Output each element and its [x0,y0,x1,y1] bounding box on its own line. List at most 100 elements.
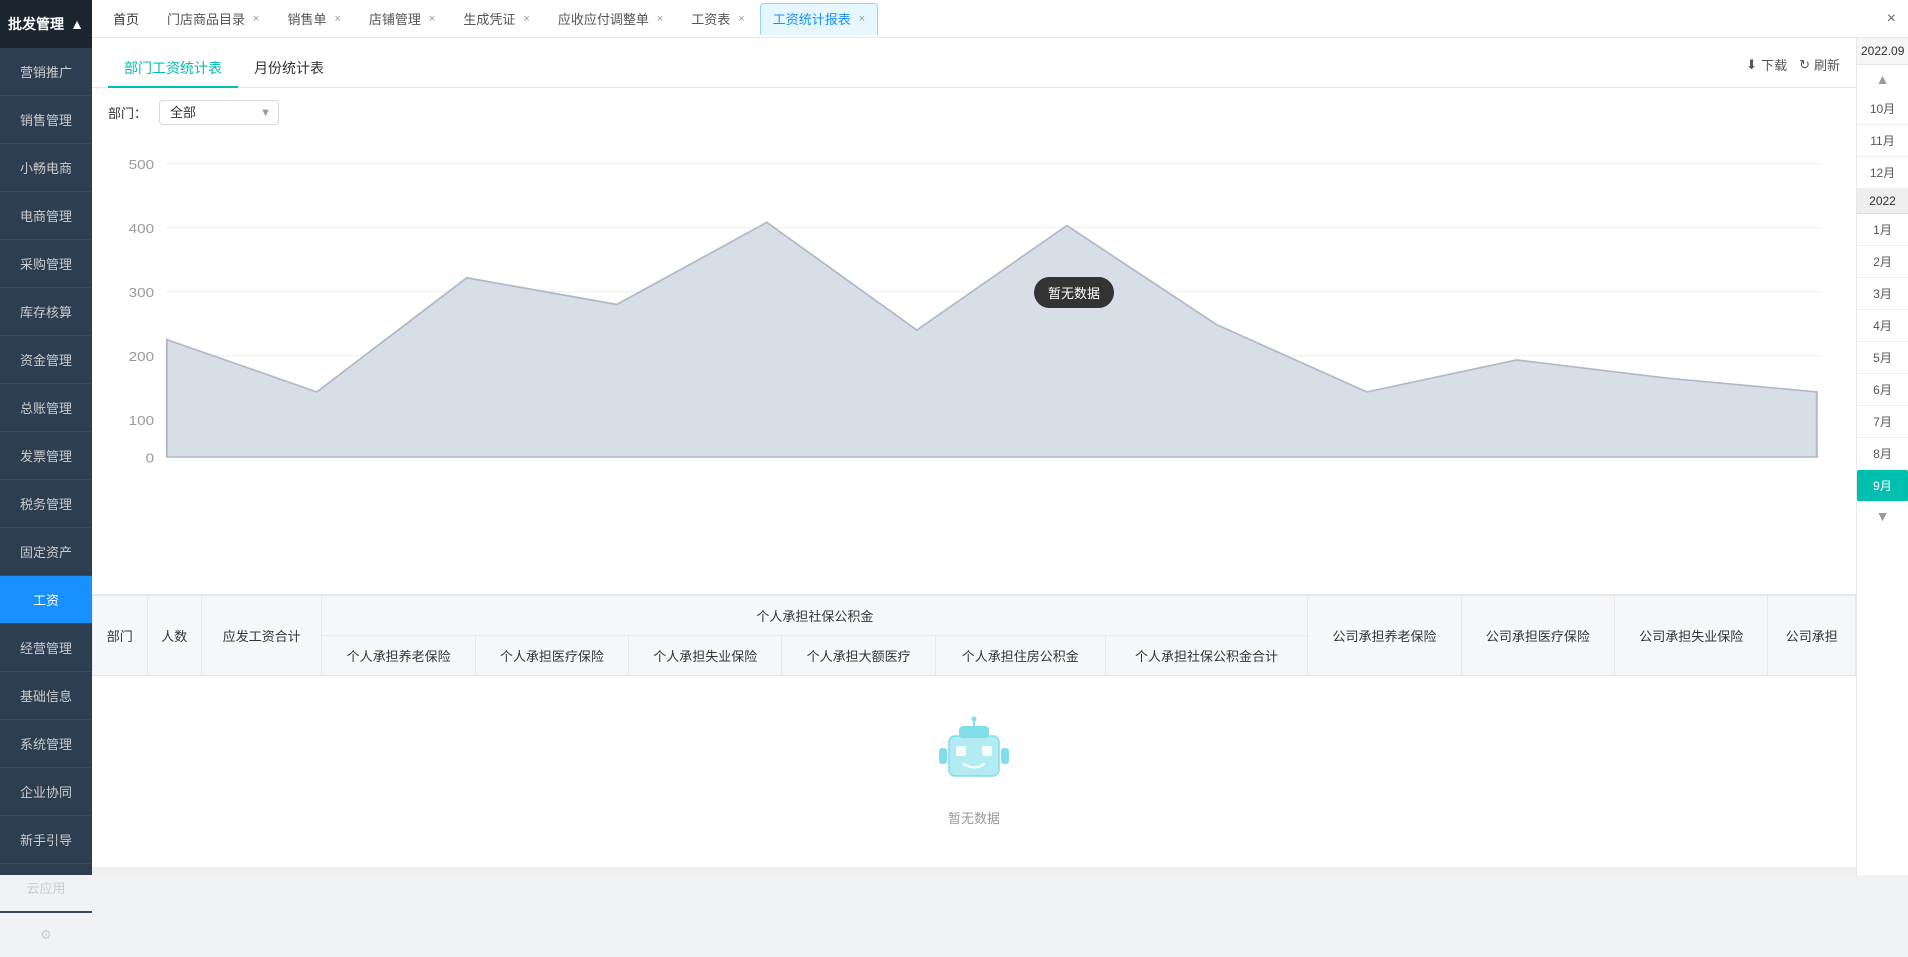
dept-filter-label: 部门： [108,103,147,122]
tab-home[interactable]: 首页 [100,3,152,35]
tab-close-icon[interactable]: × [334,13,340,25]
sidebar-item-system[interactable]: 系统管理 [0,720,92,768]
table-area: 部门 人数 应发工资合计 个人承担社保公积金 [92,594,1856,875]
picker-down-nav[interactable]: ▼ [1857,502,1908,530]
sidebar-item-sales[interactable]: 销售管理 [0,96,92,144]
tab-close-icon[interactable]: × [738,13,744,25]
tab-sales-order[interactable]: 销售单 × [274,3,353,35]
tab-bar-end: × [1887,10,1900,28]
month-may[interactable]: 5月 [1857,342,1908,374]
sidebar-item-purchase[interactable]: 采购管理 [0,240,92,288]
sidebar-item-ledger[interactable]: 总账管理 [0,384,92,432]
tab-close-icon[interactable]: × [429,13,435,25]
tab-generate-voucher[interactable]: 生成凭证 × [450,3,542,35]
table-scrollbar[interactable] [92,867,1856,875]
col-header-personal-pension: 个人承担养老保险 [322,636,475,676]
tab-label: 应收应付调整单 [558,9,649,28]
month-feb[interactable]: 2月 [1857,246,1908,278]
refresh-button[interactable]: ↻ 刷新 [1799,55,1840,74]
col-header-total-salary: 应发工资合计 [202,596,322,676]
tab-store-mgmt[interactable]: 店铺管理 × [356,3,448,35]
sidebar-item-finance[interactable]: 资金管理 [0,336,92,384]
tab-close-icon[interactable]: × [657,13,663,25]
sidebar-item-payroll[interactable]: 工资 [0,576,92,624]
col-group-personal-social: 个人承担社保公积金 [322,596,1308,636]
month-apr[interactable]: 4月 [1857,310,1908,342]
sidebar: 批发管理 ▲ 营销推广 销售管理 小畅电商 电商管理 采购管理 库存核算 资金管… [0,0,92,875]
sidebar-item-label: 基础信息 [20,689,72,704]
sidebar-item-marketing[interactable]: 营销推广 [0,48,92,96]
sidebar-item-guide[interactable]: 新手引导 [0,816,92,864]
dept-filter-select[interactable]: 全部 [159,100,279,125]
tab-dept-payroll-stats[interactable]: 部门工资统计表 [108,50,238,88]
month-jun[interactable]: 6月 [1857,374,1908,406]
svg-text:100: 100 [129,413,155,428]
picker-up-nav[interactable]: ▲ [1857,65,1908,93]
month-nov[interactable]: 11月 [1857,125,1908,157]
month-aug[interactable]: 8月 [1857,438,1908,470]
sidebar-item-ecommerce[interactable]: 电商管理 [0,192,92,240]
tab-label: 生成凭证 [463,9,515,28]
page-content: 部门工资统计表 月份统计表 ⬇ 下载 ↻ 刷新 [92,38,1908,875]
col-header-personal-major-medical: 个人承担大额医疗 [782,636,935,676]
close-all-tabs-button[interactable]: × [1887,10,1896,28]
filter-bar: 部门： 全部 ▼ [92,88,1856,137]
tab-close-icon[interactable]: × [253,13,259,25]
col-header-headcount: 人数 [147,596,202,676]
tab-label: 店铺管理 [369,9,421,28]
sidebar-item-label: 营销推广 [20,65,72,80]
sidebar-item-enterprise[interactable]: 企业协同 [0,768,92,816]
col-header-dept: 部门 [93,596,148,676]
svg-text:0: 0 [146,451,155,466]
download-button[interactable]: ⬇ 下载 [1746,55,1787,74]
sidebar-item-inventory[interactable]: 库存核算 [0,288,92,336]
sidebar-item-invoice[interactable]: 发票管理 [0,432,92,480]
month-oct[interactable]: 10月 [1857,93,1908,125]
sidebar-item-ecommerce-small[interactable]: 小畅电商 [0,144,92,192]
sidebar-header[interactable]: 批发管理 ▲ [0,0,92,48]
month-mar[interactable]: 3月 [1857,278,1908,310]
sidebar-item-label: 固定资产 [20,545,72,560]
inner-tabs: 部门工资统计表 月份统计表 [108,50,340,87]
svg-text:500: 500 [129,157,155,172]
month-dec[interactable]: 12月 [1857,157,1908,189]
tab-bar: 首页 门店商品目录 × 销售单 × 店铺管理 × 生成凭证 × 应收应付调整单 … [92,0,1908,38]
tab-monthly-stats[interactable]: 月份统计表 [238,50,340,88]
tab-store-catalog[interactable]: 门店商品目录 × [154,3,272,35]
col-header-personal-housing: 个人承担住房公积金 [935,636,1105,676]
col-header-company-other: 公司承担 [1768,596,1856,676]
tab-close-icon[interactable]: × [523,13,529,25]
sidebar-item-operations[interactable]: 经营管理 [0,624,92,672]
sidebar-item-label: 发票管理 [20,449,72,464]
dept-filter-wrapper: 全部 ▼ [159,100,279,125]
tab-payroll-report[interactable]: 工资统计报表 × [760,3,878,35]
tab-ar-ap-adjust[interactable]: 应收应付调整单 × [545,3,676,35]
col-header-company-pension: 公司承担养老保险 [1308,596,1461,676]
month-sep[interactable]: 9月 [1857,470,1908,502]
sidebar-item-label: 总账管理 [20,401,72,416]
sidebar-item-assets[interactable]: 固定资产 [0,528,92,576]
col-header-personal-unemployment: 个人承担失业保险 [629,636,782,676]
sidebar-settings-button[interactable]: ⚙ [0,912,92,957]
tab-label: 工资统计报表 [773,9,851,28]
svg-text:200: 200 [129,349,155,364]
inner-area: 部门工资统计表 月份统计表 ⬇ 下载 ↻ 刷新 [92,38,1856,875]
tab-payroll[interactable]: 工资表 × [678,3,757,35]
sidebar-item-basic-info[interactable]: 基础信息 [0,672,92,720]
month-jan[interactable]: 1月 [1857,214,1908,246]
sidebar-item-label: 系统管理 [20,737,72,752]
col-header-personal-total: 个人承担社保公积金合计 [1105,636,1308,676]
download-icon: ⬇ [1746,57,1757,73]
tab-actions: ⬇ 下载 ↻ 刷新 [1746,55,1840,82]
sidebar-toggle-icon: ▲ [70,16,84,32]
chart-svg: 500 400 300 200 100 0 [116,153,1832,473]
sidebar-item-cloud[interactable]: 云应用 [0,864,92,912]
sidebar-item-label: 税务管理 [20,497,72,512]
inner-tab-label: 部门工资统计表 [124,60,222,76]
col-header-company-unemployment: 公司承担失业保险 [1615,596,1768,676]
refresh-icon: ↻ [1799,57,1810,73]
tab-close-icon[interactable]: × [859,13,865,25]
sidebar-item-tax[interactable]: 税务管理 [0,480,92,528]
tab-label: 工资表 [691,9,730,28]
month-jul[interactable]: 7月 [1857,406,1908,438]
